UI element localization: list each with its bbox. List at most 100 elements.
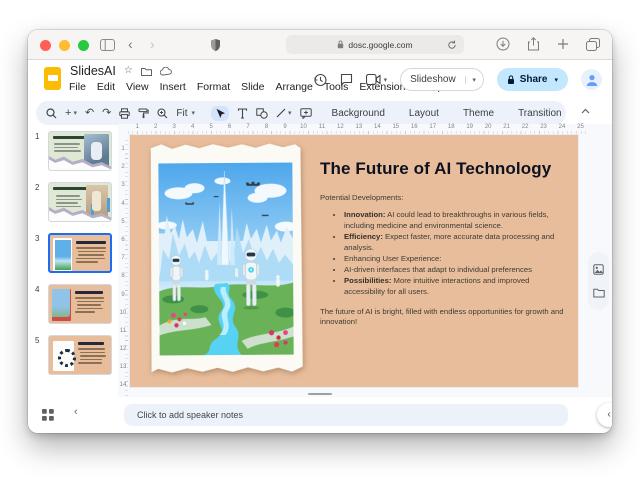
ruler-number: 10 [300, 124, 307, 130]
chevron-down-icon[interactable]: ▾ [288, 109, 292, 117]
ruler-number: 3 [121, 182, 125, 189]
ruler-number: 11 [119, 327, 127, 334]
version-history-icon[interactable] [313, 73, 327, 87]
document-title[interactable]: SlidesAI [70, 64, 116, 78]
share-button[interactable]: Share ▾ [496, 68, 568, 91]
zoom-fit-select[interactable]: Fit ▾ [176, 108, 195, 119]
refresh-icon[interactable] [447, 40, 457, 50]
ruler-number: 19 [466, 124, 474, 130]
close-window-button[interactable] [40, 40, 51, 51]
forward-button[interactable]: › [150, 36, 155, 52]
slide-filmstrip: 1 2 3 4 5 [28, 126, 118, 397]
slide-canvas: 1 2 3 4 5 6 7 8 9 10 11 12 13 14 15 16 17 18 19 20 21 22 23 24 2… [118, 124, 612, 397]
menu-insert[interactable]: Insert [160, 81, 186, 93]
slide-number: 4 [35, 285, 40, 294]
filmstrip-slide-5[interactable]: 5 [35, 335, 118, 375]
filmstrip-slide-1[interactable]: 1 [35, 131, 118, 171]
insert-comment-icon[interactable] [299, 107, 312, 119]
tab-overview-icon[interactable] [586, 37, 600, 51]
slideshow-button[interactable]: Slideshow ▾ [400, 68, 484, 91]
privacy-shield-icon[interactable] [210, 38, 221, 52]
downloads-icon[interactable] [496, 37, 510, 51]
ruler-number: 6 [121, 236, 125, 243]
collapse-panel-button[interactable]: ‹ [597, 403, 612, 427]
cloud-status-icon[interactable] [159, 66, 172, 76]
shapes-icon[interactable] [256, 107, 268, 119]
zoom-in-icon[interactable] [157, 107, 168, 119]
zoom-fit-label: Fit [176, 107, 188, 119]
slide-3-thumbnail-selected[interactable] [48, 233, 112, 273]
slide-1-thumbnail[interactable] [48, 131, 112, 171]
slide-number: 2 [35, 183, 40, 192]
back-button[interactable]: ‹ [128, 36, 133, 52]
traffic-lights [40, 40, 89, 51]
filmstrip-slide-4[interactable]: 4 [35, 284, 118, 324]
new-tab-icon[interactable] [557, 38, 569, 50]
image-panel-icon[interactable] [593, 264, 604, 276]
current-slide[interactable]: The Future of AI Technology Potential De… [130, 135, 578, 387]
browser-chrome: ‹ › dosc.google.com [28, 30, 612, 60]
paint-format-icon[interactable] [138, 108, 150, 119]
undo-icon[interactable]: ↶ [85, 107, 94, 119]
text-box-icon[interactable] [237, 107, 248, 119]
search-menus-icon[interactable] [46, 107, 57, 119]
menu-edit[interactable]: Edit [97, 81, 115, 93]
menu-arrange[interactable]: Arrange [275, 81, 312, 93]
move-folder-icon[interactable] [140, 67, 152, 76]
share-options-caret[interactable]: ▾ [554, 76, 558, 84]
redo-icon[interactable]: ↷ [102, 107, 111, 119]
ruler-number: 15 [392, 124, 400, 130]
theme-button[interactable]: Theme [459, 108, 498, 119]
folder-panel-icon[interactable] [592, 288, 605, 298]
share-page-icon[interactable] [527, 37, 540, 51]
slide-bullet-list[interactable]: Innovation: AI could lead to breakthroug… [320, 210, 568, 298]
address-bar[interactable]: dosc.google.com [286, 35, 464, 54]
filmstrip-slide-3[interactable]: 3 [35, 233, 118, 273]
browser-window: ‹ › dosc.google.com SlidesAI ☆ File Edit… [28, 30, 612, 433]
slide-number: 1 [35, 132, 40, 141]
user-avatar[interactable] [581, 69, 602, 90]
slide-lead-text[interactable]: Potential Developments: [320, 193, 568, 202]
ruler-number: 8 [264, 124, 269, 130]
collapse-filmstrip-icon[interactable]: ‹ [74, 406, 78, 418]
slide-title[interactable]: The Future of AI Technology [320, 159, 568, 179]
background-button[interactable]: Background [328, 108, 389, 119]
ruler-number: 1 [121, 146, 125, 152]
hide-menus-icon[interactable] [581, 108, 590, 114]
chevron-down-icon[interactable]: ▾ [384, 76, 388, 84]
speaker-notes-input[interactable]: Click to add speaker notes [124, 404, 568, 426]
menu-slide[interactable]: Slide [241, 81, 264, 93]
layout-button[interactable]: Layout [405, 108, 443, 119]
futuristic-city-illustration[interactable] [158, 162, 294, 356]
ruler-number: 20 [484, 124, 492, 130]
ruler-number: 13 [355, 124, 363, 130]
star-icon[interactable]: ☆ [124, 66, 133, 76]
ruler-number: 9 [283, 124, 287, 130]
slide-closing-text[interactable]: The future of AI is bright, filled with … [320, 307, 568, 329]
slide-photo-frame[interactable] [149, 141, 303, 374]
sidebar-toggle-icon[interactable] [100, 39, 115, 51]
select-tool-button[interactable] [211, 105, 230, 121]
chevron-down-icon[interactable]: ▾ [73, 109, 77, 117]
grid-view-icon[interactable] [42, 409, 54, 421]
menu-format[interactable]: Format [197, 81, 230, 93]
slide-2-thumbnail[interactable] [48, 182, 112, 222]
menu-file[interactable]: File [69, 81, 86, 93]
slides-logo[interactable] [44, 67, 61, 90]
slide-5-thumbnail[interactable] [48, 335, 112, 375]
join-call-icon[interactable] [365, 74, 381, 85]
zoom-add-icon[interactable]: + [65, 107, 71, 119]
slideshow-label: Slideshow [410, 74, 456, 85]
slideshow-options-caret[interactable]: ▾ [464, 75, 483, 84]
zoom-window-button[interactable] [78, 40, 89, 51]
notes-resize-handle[interactable] [308, 393, 332, 395]
comment-history-icon[interactable] [340, 73, 353, 86]
print-icon[interactable] [119, 107, 131, 119]
minimize-window-button[interactable] [59, 40, 70, 51]
line-tool-icon[interactable] [276, 108, 286, 118]
transition-button[interactable]: Transition [514, 108, 566, 119]
menu-view[interactable]: View [126, 81, 149, 93]
filmstrip-slide-2[interactable]: 2 [35, 182, 118, 222]
slide-4-thumbnail[interactable] [48, 284, 112, 324]
ruler-number: 14 [373, 124, 381, 130]
